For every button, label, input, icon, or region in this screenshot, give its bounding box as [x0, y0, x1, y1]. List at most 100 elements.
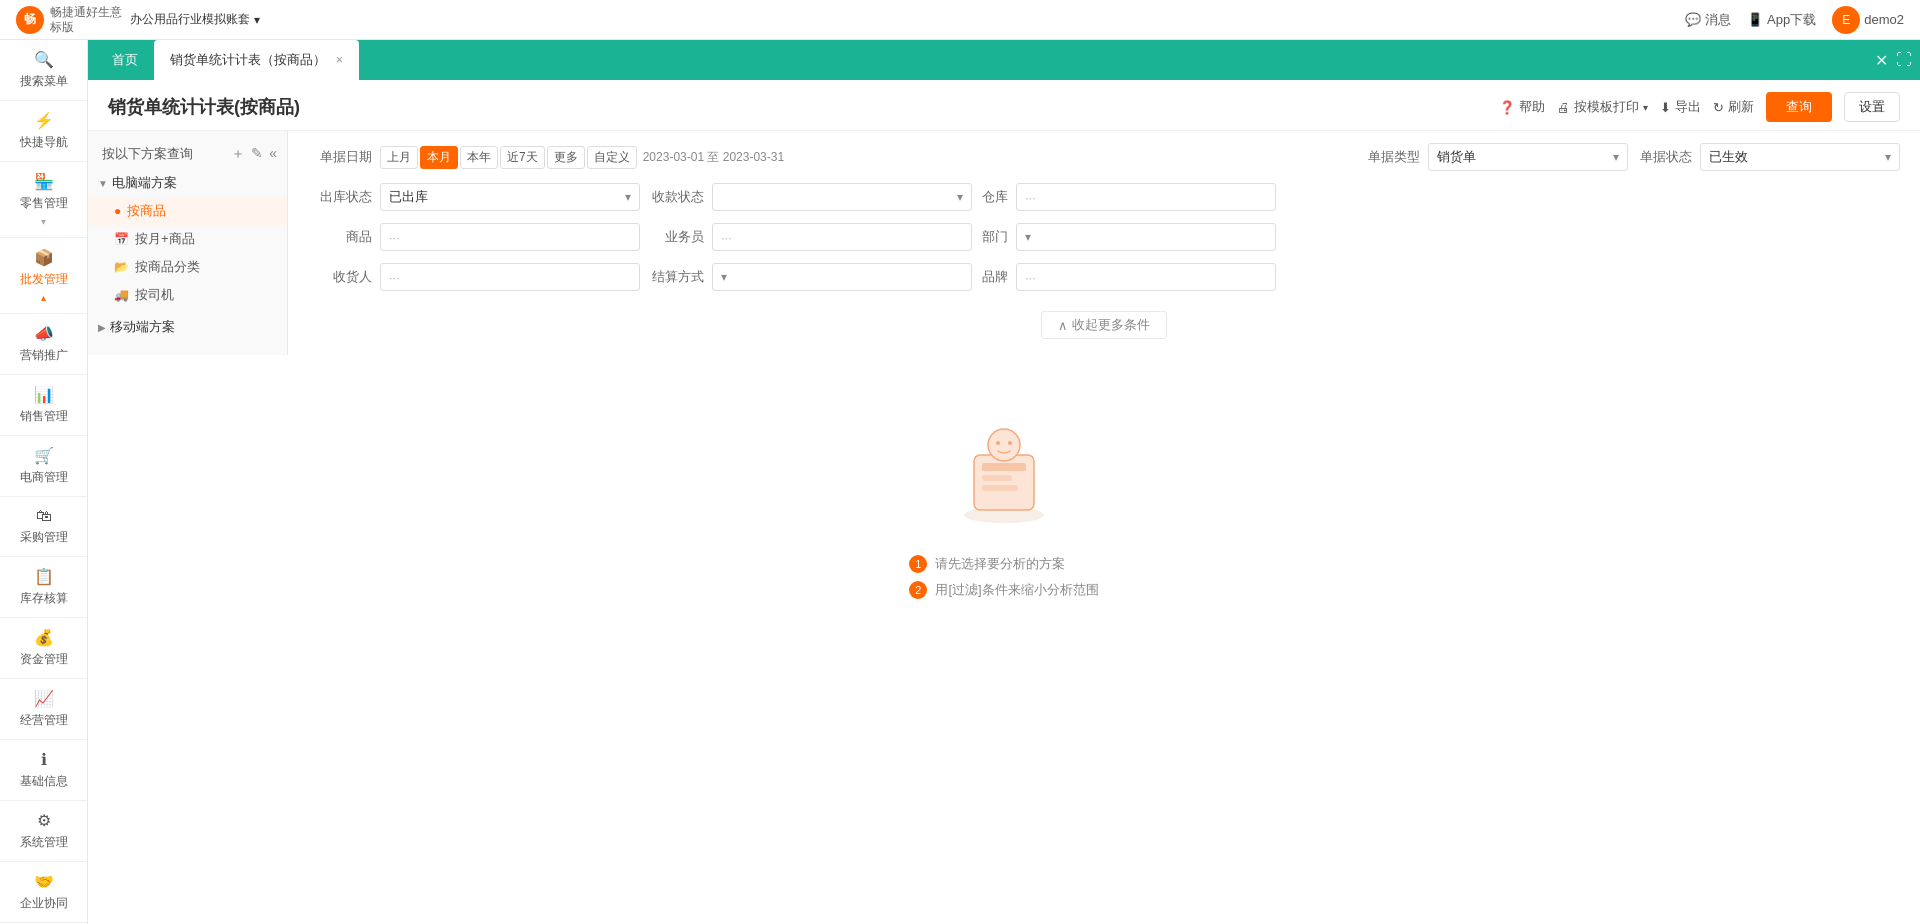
sidebar-item-operation[interactable]: 📈 经营管理 — [0, 679, 87, 740]
date-btn-lastmonth[interactable]: 上月 — [380, 146, 418, 169]
sidebar-item-system[interactable]: ⚙ 系统管理 — [0, 801, 87, 862]
query-button[interactable]: 查询 — [1766, 92, 1832, 122]
finance-icon: 💰 — [34, 628, 54, 647]
filter-row-3: 商品 ··· 业务员 ··· 部门 ▾ — [308, 223, 1900, 251]
date-btn-more[interactable]: 更多 — [547, 146, 585, 169]
system-icon: ⚙ — [37, 811, 51, 830]
collapse-icon: ∧ — [1058, 318, 1068, 333]
collapse-button[interactable]: ∧ 收起更多条件 — [1041, 311, 1167, 339]
sidebar-item-retail[interactable]: 🏪 零售管理 ▾ — [0, 162, 87, 238]
scheme-item-by-month-product[interactable]: 📅 按月+商品 — [88, 225, 287, 253]
date-btn-custom[interactable]: 自定义 — [587, 146, 637, 169]
app-download-button[interactable]: 📱 App下载 — [1747, 11, 1816, 29]
tab-bar-right: ✕ ⛶ — [1875, 51, 1912, 70]
out-status-label: 出库状态 — [308, 188, 372, 206]
tab-active[interactable]: 销货单统计计表（按商品） × — [154, 40, 359, 80]
export-icon: ⬇ — [1660, 100, 1671, 115]
scheme-item-by-category[interactable]: 📂 按商品分类 — [88, 253, 287, 281]
svg-rect-3 — [982, 475, 1012, 481]
empty-tip-2: 2 用[过滤]条件来缩小分析范围 — [909, 581, 1098, 599]
sidebar-item-basic[interactable]: ℹ 基础信息 — [0, 740, 87, 801]
sidebar-item-quicknav[interactable]: ⚡ 快捷导航 — [0, 101, 87, 162]
empty-tip-1: 1 请先选择要分析的方案 — [909, 555, 1098, 573]
svg-point-7 — [1008, 441, 1012, 445]
date-quick-buttons: 上月 本月 本年 近7天 更多 自定义 — [380, 146, 637, 169]
out-status-control[interactable]: 已出库 ▾ — [380, 183, 640, 211]
settlement-arrow-icon: ▾ — [721, 270, 727, 284]
date-label: 单据日期 — [308, 148, 372, 166]
filter-area: 按以下方案查询 ＋ ✎ « ▼ 电脑端方案 ● — [88, 131, 1920, 355]
chevron-down-icon: ▾ — [254, 13, 260, 27]
brand-control[interactable]: ··· — [1016, 263, 1276, 291]
warehouse-control[interactable]: ··· — [1016, 183, 1276, 211]
help-button[interactable]: ❓ 帮助 — [1499, 98, 1545, 116]
tab-close-icon[interactable]: × — [336, 53, 343, 67]
wholesale-icon: 📦 — [34, 248, 54, 267]
message-button[interactable]: 💬 消息 — [1685, 11, 1731, 29]
collect-status-control[interactable]: ▾ — [712, 183, 972, 211]
sidebar-item-marketing[interactable]: 📣 营销推广 — [0, 314, 87, 375]
doc-type-arrow-icon: ▾ — [1613, 150, 1619, 164]
sidebar-item-finance[interactable]: 💰 资金管理 — [0, 618, 87, 679]
scheme-mobile-group: ▶ 移动端方案 — [88, 313, 287, 341]
product-label: 商品 — [308, 228, 372, 246]
sidebar-item-wholesale[interactable]: 📦 批发管理 ▴ — [0, 238, 87, 314]
scheme-group-header-mobile[interactable]: ▶ 移动端方案 — [88, 313, 287, 341]
doc-status-control[interactable]: 已生效 ▾ — [1700, 143, 1900, 171]
receiver-label: 收货人 — [308, 268, 372, 286]
dept-arrow-icon: ▾ — [1025, 230, 1031, 244]
maximize-icon[interactable]: ⛶ — [1896, 51, 1912, 69]
basic-icon: ℹ — [41, 750, 47, 769]
sidebar-item-enterprise[interactable]: 🤝 企业协同 — [0, 862, 87, 923]
print-icon: 🖨 — [1557, 100, 1570, 115]
tab-home[interactable]: 首页 — [96, 40, 154, 80]
edit-scheme-icon[interactable]: ✎ — [251, 145, 263, 163]
marketing-icon: 📣 — [34, 324, 54, 343]
date-btn-thismonth[interactable]: 本月 — [420, 146, 458, 169]
scheme-item-by-printer[interactable]: 🚚 按司机 — [88, 281, 287, 309]
content-area: 首页 销货单统计计表（按商品） × ✕ ⛶ 销货单统计计表(按商品) ❓ 帮助 — [88, 40, 1920, 924]
doc-type-control[interactable]: 销货单 ▾ — [1428, 143, 1628, 171]
refresh-button[interactable]: ↻ 刷新 — [1713, 98, 1754, 116]
receiver-control[interactable]: ··· — [380, 263, 640, 291]
sidebar: 🔍 搜索菜单 ⚡ 快捷导航 🏪 零售管理 ▾ 📦 批发管理 ▴ 📣 营销推广 📊… — [0, 40, 88, 924]
truck-icon: 🚚 — [114, 288, 129, 302]
date-btn-thisyear[interactable]: 本年 — [460, 146, 498, 169]
sidebar-item-inventory[interactable]: 📋 库存核算 — [0, 557, 87, 618]
staff-control[interactable]: ··· — [712, 223, 972, 251]
topbar: 畅 畅捷通好生意 标版 办公用品行业模拟账套 ▾ 💬 消息 📱 App下载 E … — [0, 0, 1920, 40]
sidebar-item-ecom[interactable]: 🛒 电商管理 — [0, 436, 87, 497]
ecom-icon: 🛒 — [34, 446, 54, 465]
add-scheme-icon[interactable]: ＋ — [231, 145, 245, 163]
page-title: 销货单统计计表(按商品) — [108, 95, 300, 119]
product-placeholder: ··· — [389, 230, 631, 245]
scheme-item-by-product[interactable]: ● 按商品 — [88, 197, 287, 225]
sidebar-item-search[interactable]: 🔍 搜索菜单 — [0, 40, 87, 101]
out-status-arrow-icon: ▾ — [625, 190, 631, 204]
workspace-selector[interactable]: 办公用品行业模拟账套 ▾ — [130, 11, 260, 28]
scheme-group-header-desktop[interactable]: ▼ 电脑端方案 — [88, 169, 287, 197]
doc-type-value: 销货单 — [1437, 148, 1613, 166]
scheme-header: 按以下方案查询 ＋ ✎ « — [88, 139, 287, 169]
collapse-scheme-icon[interactable]: « — [269, 145, 277, 163]
scheme-header-icons: ＋ ✎ « — [231, 145, 277, 163]
dept-control[interactable]: ▾ — [1016, 223, 1276, 251]
print-button[interactable]: 🖨 按模板打印 ▾ — [1557, 98, 1648, 116]
close-window-icon[interactable]: ✕ — [1875, 51, 1888, 70]
product-control[interactable]: ··· — [380, 223, 640, 251]
dept-label: 部门 — [980, 228, 1008, 246]
settings-button[interactable]: 设置 — [1844, 92, 1900, 122]
out-status-value: 已出库 — [389, 188, 625, 206]
sales-icon: 📊 — [34, 385, 54, 404]
date-btn-7days[interactable]: 近7天 — [500, 146, 545, 169]
settlement-control[interactable]: ▾ — [712, 263, 972, 291]
user-menu[interactable]: E demo2 — [1832, 6, 1904, 34]
settlement-label: 结算方式 — [648, 268, 704, 286]
sidebar-item-sales[interactable]: 📊 销售管理 — [0, 375, 87, 436]
scheme-panel: 按以下方案查询 ＋ ✎ « ▼ 电脑端方案 ● — [88, 131, 288, 355]
export-button[interactable]: ⬇ 导出 — [1660, 98, 1701, 116]
sidebar-item-purchase[interactable]: 🛍 采购管理 — [0, 497, 87, 557]
doc-status-label: 单据状态 — [1636, 148, 1692, 166]
help-icon: ❓ — [1499, 100, 1515, 115]
svg-point-6 — [996, 441, 1000, 445]
